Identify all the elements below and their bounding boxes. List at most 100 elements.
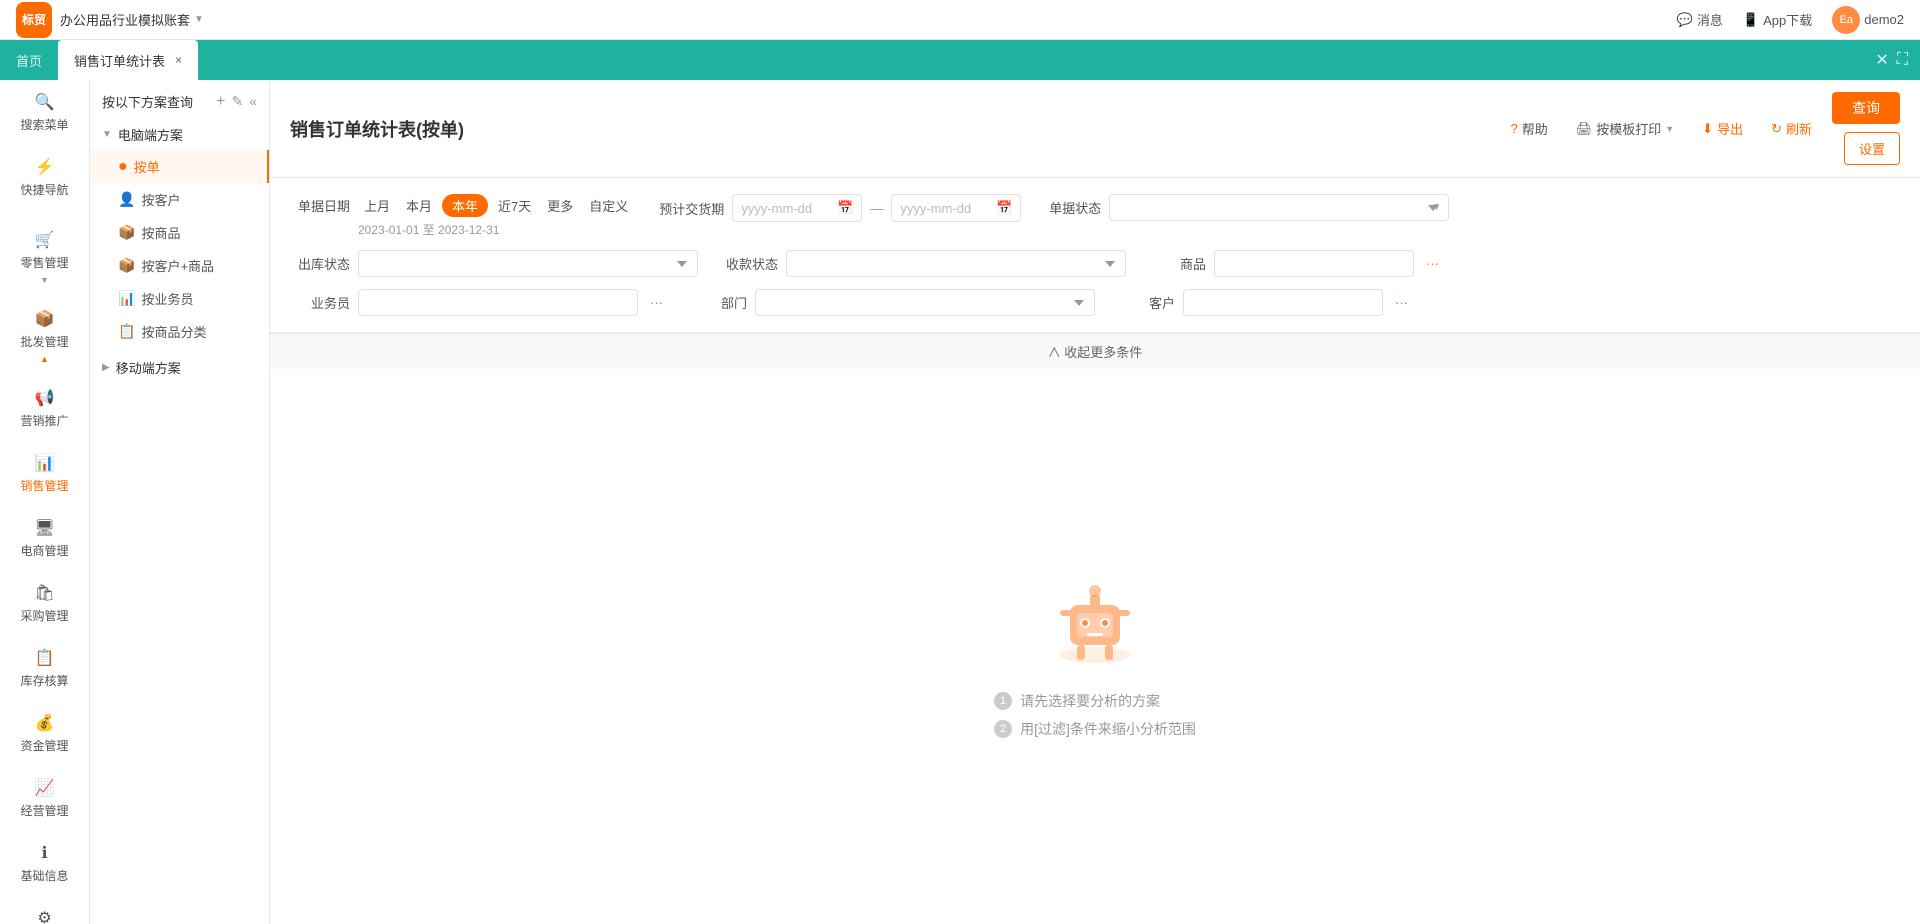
window-close-btn[interactable]: ✕	[1875, 50, 1888, 70]
sidebar-item-search[interactable]: 🔍 搜索菜单	[0, 80, 89, 145]
search-icon: 🔍	[35, 92, 55, 112]
panel-item-by-goods[interactable]: 📦 按商品	[90, 216, 269, 249]
sidebar-item-finance[interactable]: 💰 资金管理	[0, 701, 89, 766]
page-header-right: ? 帮助 🖨 按模板打印 ▼ ⬇ 导出 ↻ 刷新	[1502, 92, 1900, 165]
goods-input[interactable]	[1214, 250, 1414, 277]
sidebar-item-purchase[interactable]: 🛍 采购管理	[0, 571, 89, 636]
mobile-expand-icon: ▶	[102, 362, 110, 373]
avatar: Ea	[1832, 6, 1860, 34]
user-menu[interactable]: Ea demo2	[1832, 6, 1904, 34]
topbar-left: 标贸 办公用品行业模拟账套 ▼	[16, 2, 204, 38]
by-customer-goods-icon: 📦	[118, 257, 135, 274]
sidebar-item-sales[interactable]: 📊 销售管理	[0, 441, 89, 506]
workspace-selector[interactable]: 办公用品行业模拟账套 ▼	[60, 10, 204, 29]
shortcut-this-month[interactable]: 本月	[400, 194, 438, 217]
expected-date-start-input[interactable]: yyyy-mm-dd 📅	[732, 194, 862, 222]
sidebar-item-ecommerce[interactable]: 🖥 电商管理	[0, 506, 89, 571]
query-button[interactable]: 查询	[1832, 92, 1900, 124]
panel-section-pc: ▼ 电脑端方案 ● 按单 👤 按客户 📦 按商品 📦 按客户+商品 📊 按业	[90, 119, 269, 348]
dept-select[interactable]	[755, 289, 1095, 316]
inventory-icon: 📋	[35, 648, 55, 668]
hint-num-1: 1	[994, 692, 1012, 710]
print-arrow-icon: ▼	[1665, 124, 1674, 134]
salesperson-more-btn[interactable]: ···	[646, 291, 667, 314]
quicknav-icon: ⚡	[35, 157, 55, 177]
app-logo: 标贸	[16, 2, 52, 38]
app-download-btn[interactable]: 📱 App下载	[1743, 10, 1812, 29]
goods-more-btn[interactable]: ···	[1422, 252, 1443, 275]
message-btn[interactable]: 💬 消息	[1677, 10, 1723, 29]
basic-info-icon: ℹ	[41, 843, 47, 863]
tab-sales-order[interactable]: 销售订单统计表 ×	[58, 40, 198, 80]
print-btn[interactable]: 🖨 按模板打印 ▼	[1568, 115, 1682, 142]
sidebar-item-basic-info[interactable]: ℹ 基础信息	[0, 831, 89, 896]
hint-num-2: 2	[994, 720, 1012, 738]
panel-section-pc-title[interactable]: ▼ 电脑端方案	[90, 119, 269, 150]
system-icon: ⚙	[37, 908, 51, 924]
shortcut-custom[interactable]: 自定义	[583, 194, 634, 217]
collapse-bar[interactable]: ∧ 收起更多条件	[270, 333, 1920, 369]
salesperson-input[interactable]	[358, 289, 638, 316]
expected-date-end-input[interactable]: yyyy-mm-dd 📅	[891, 194, 1021, 222]
empty-state: 1 请先选择要分析的方案 2 用[过滤]条件来缩小分析范围	[270, 369, 1920, 924]
panel-item-by-category[interactable]: 📋 按商品分类	[90, 315, 269, 348]
left-panel: 按以下方案查询 + ✎ « ▼ 电脑端方案 ● 按单 👤 按客户 📦	[90, 80, 270, 924]
panel-section-mobile-title[interactable]: ▶ 移动端方案	[90, 352, 269, 383]
customer-input[interactable]	[1183, 289, 1383, 316]
set-button[interactable]: 设置	[1844, 132, 1900, 165]
refresh-icon: ↻	[1771, 121, 1782, 137]
add-scheme-btn[interactable]: +	[216, 93, 225, 111]
expected-date-label: 预计交货期	[654, 199, 724, 218]
window-maximize-btn[interactable]: ⛶	[1897, 51, 1908, 69]
tab-close-icon[interactable]: ×	[175, 53, 182, 67]
finance-icon: 💰	[35, 713, 55, 733]
panel-item-by-customer-goods[interactable]: 📦 按客户+商品	[90, 249, 269, 282]
export-btn[interactable]: ⬇ 导出	[1694, 115, 1751, 142]
refresh-btn[interactable]: ↻ 刷新	[1763, 115, 1820, 142]
date-label: 单据日期	[290, 196, 350, 215]
tabbar-window-actions: ✕ ⛶	[1875, 50, 1920, 70]
shortcut-last-month[interactable]: 上月	[358, 194, 396, 217]
by-category-icon: 📋	[118, 323, 135, 340]
tab-home[interactable]: 首页	[0, 40, 58, 80]
filter-row-2: 出库状态 收款状态 商品	[290, 250, 1900, 277]
panel-item-by-salesperson[interactable]: 📊 按业务员	[90, 282, 269, 315]
filter-row-1: 单据日期 上月 本月 本年 近7天 更多 自定义 2023-01-01 至 20…	[290, 194, 1900, 238]
sidebar-item-retail[interactable]: 🛒 零售管理 ▼	[0, 218, 89, 297]
filter-salesperson: 业务员 ···	[290, 289, 667, 316]
by-goods-icon: 📦	[118, 224, 135, 241]
retail-arrow: ▼	[40, 275, 49, 285]
dept-select-wrapper	[755, 289, 1095, 316]
status-select[interactable]	[1109, 194, 1449, 221]
export-icon: ⬇	[1702, 121, 1713, 137]
sidebar-item-quicknav[interactable]: ⚡ 快捷导航	[0, 145, 89, 210]
payment-status-select[interactable]	[786, 250, 1126, 277]
topbar: 标贸 办公用品行业模拟账套 ▼ 💬 消息 📱 App下载 Ea demo2	[0, 0, 1920, 40]
customer-label: 客户	[1115, 293, 1175, 312]
tabbar: 首页 销售订单统计表 × ✕ ⛶	[0, 40, 1920, 80]
filter-date-row: 单据日期 上月 本月 本年 近7天 更多 自定义	[290, 194, 634, 217]
calendar-icon-start: 📅	[837, 200, 853, 216]
sidebar-item-inventory[interactable]: 📋 库存核算	[0, 636, 89, 701]
empty-illustration	[1035, 555, 1155, 675]
collapse-panel-btn[interactable]: «	[249, 93, 257, 111]
by-order-icon: ●	[118, 158, 128, 176]
delivery-select-wrapper	[358, 250, 698, 277]
shortcut-this-year[interactable]: 本年	[442, 194, 488, 217]
sidebar-item-wholesale[interactable]: 📦 批发管理 ▲	[0, 297, 89, 376]
filter-area: 单据日期 上月 本月 本年 近7天 更多 自定义 2023-01-01 至 20…	[270, 178, 1920, 333]
sidebar-item-business[interactable]: 📈 经营管理	[0, 766, 89, 831]
page-header-actions: ? 帮助 🖨 按模板打印 ▼ ⬇ 导出 ↻ 刷新	[1502, 115, 1820, 142]
shortcut-last-7-days[interactable]: 近7天	[492, 194, 537, 217]
sidebar: 🔍 搜索菜单 ⚡ 快捷导航 🛒 零售管理 ▼ 📦 批发管理 ▲ 📢 营销推广 📊…	[0, 80, 90, 924]
sidebar-item-marketing[interactable]: 📢 营销推广	[0, 376, 89, 441]
filter-expected-date: 预计交货期 yyyy-mm-dd 📅 — yyyy-mm-dd 📅	[654, 194, 1021, 222]
sidebar-item-system[interactable]: ⚙ 系统管理	[0, 896, 89, 924]
customer-more-btn[interactable]: ···	[1391, 291, 1412, 314]
panel-item-by-customer[interactable]: 👤 按客户	[90, 183, 269, 216]
edit-scheme-btn[interactable]: ✎	[231, 93, 243, 111]
delivery-status-select[interactable]	[358, 250, 698, 277]
shortcut-more[interactable]: 更多	[541, 194, 579, 217]
help-btn[interactable]: ? 帮助	[1502, 115, 1555, 142]
panel-item-by-order[interactable]: ● 按单	[90, 150, 269, 183]
